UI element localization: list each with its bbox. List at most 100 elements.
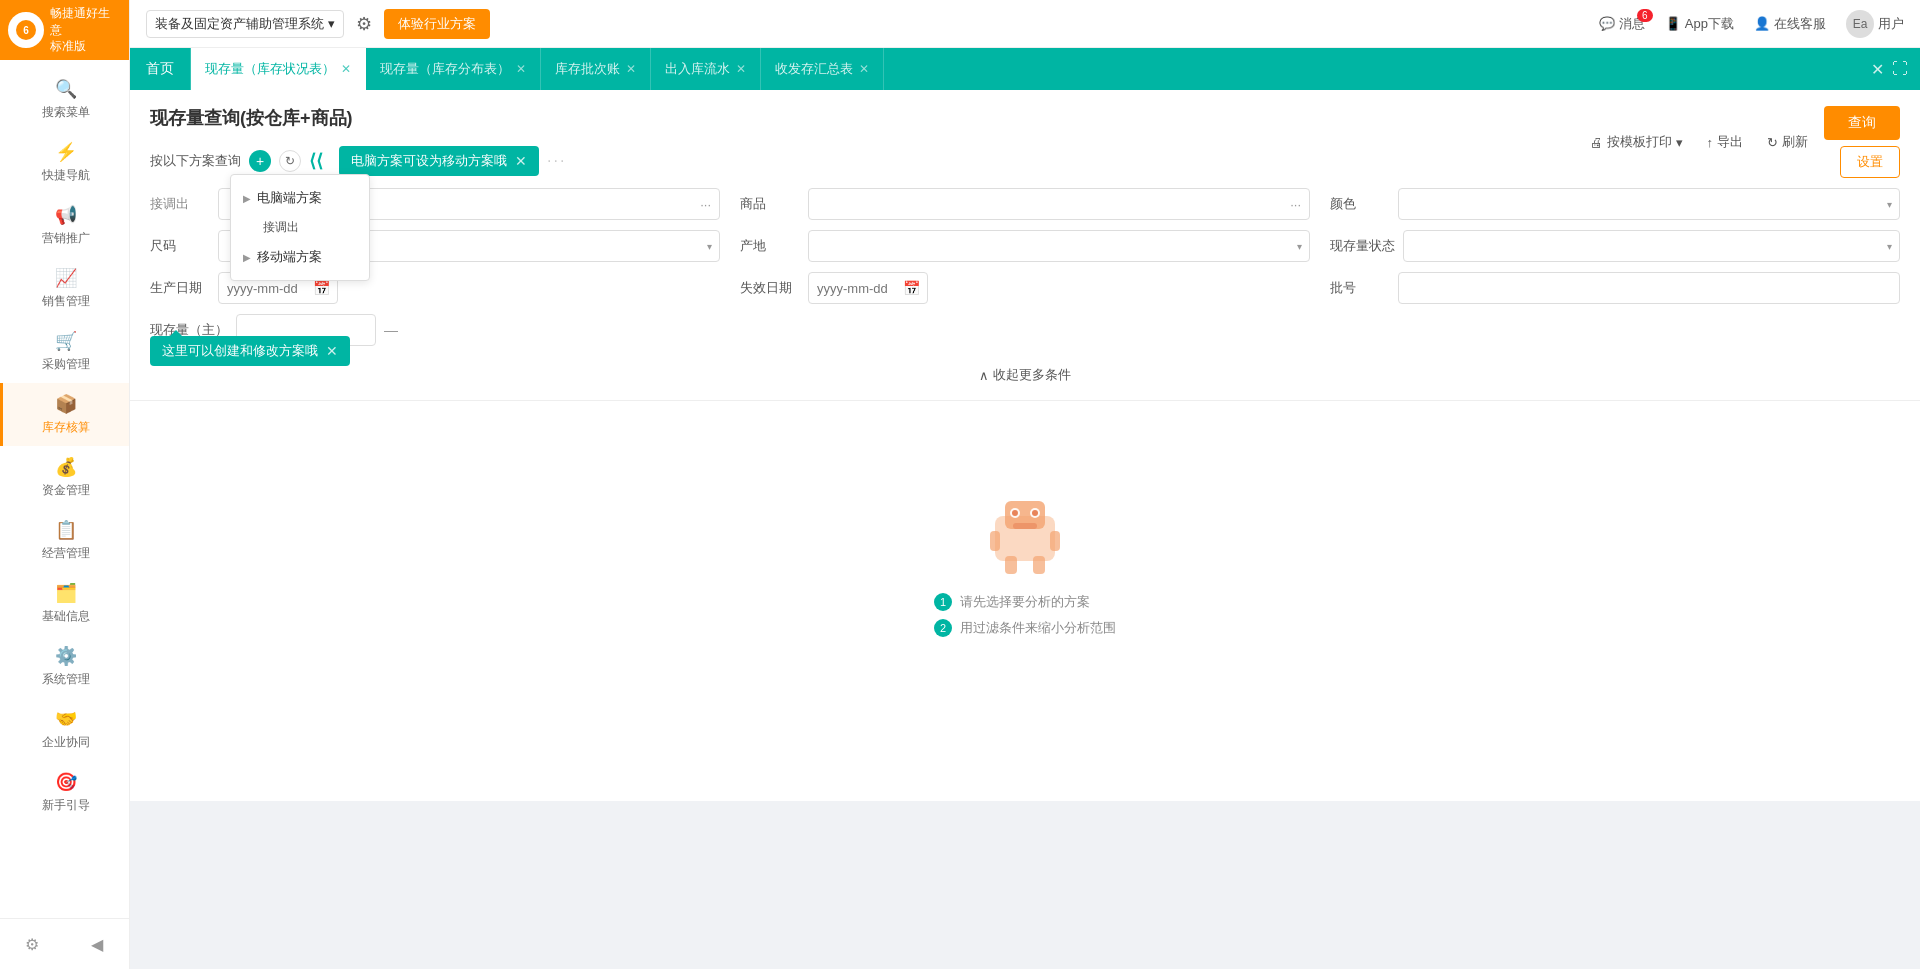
search-nav-icon: 🔍	[55, 78, 77, 100]
expand-tabs-btn[interactable]: ⛶	[1892, 60, 1908, 78]
message-btn[interactable]: 💬 消息 6	[1599, 15, 1645, 33]
result-area: 1 请先选择要分析的方案 2 用过滤条件来缩小分析范围	[130, 401, 1920, 801]
warehouse-label: 接调出	[150, 195, 210, 213]
basic-icon: 🗂️	[55, 582, 77, 604]
sidebar-item-basic[interactable]: 🗂️ 基础信息	[0, 572, 129, 635]
industry-btn[interactable]: 体验行业方案	[384, 9, 490, 39]
scheme-desktop-sub: 接调出	[231, 213, 369, 242]
close-all-tabs-btn[interactable]: ✕	[1871, 60, 1884, 79]
origin-select[interactable]	[808, 230, 1310, 262]
color-label: 颜色	[1330, 195, 1390, 213]
scheme-create-tooltip: 这里可以创建和修改方案哦 ✕	[150, 336, 350, 366]
tab-home[interactable]: 首页	[130, 48, 191, 90]
sidebar-item-inventory[interactable]: 📦 库存核算	[0, 383, 129, 446]
prod-date-label: 生产日期	[150, 279, 210, 297]
collapse-btn[interactable]: ∧ 收起更多条件	[979, 366, 1071, 384]
form-row-3: 生产日期 📅 失效日期 📅	[150, 272, 1900, 304]
sidebar-item-operation[interactable]: 📋 经营管理	[0, 509, 129, 572]
empty-state-icon	[975, 481, 1075, 581]
topbar: 装备及固定资产辅助管理系统 ▾ ⚙ 体验行业方案 💬 消息 6 📱 App下载 …	[130, 0, 1920, 48]
batch-field: 批号	[1330, 272, 1900, 304]
scheme-create-close[interactable]: ✕	[326, 343, 338, 359]
tab-inventory-dist[interactable]: 现存量（库存分布表） ✕	[366, 48, 541, 90]
user-profile-btn[interactable]: Ea 用户	[1846, 10, 1904, 38]
operation-icon: 📋	[55, 519, 77, 541]
form-row-4: 现存量（主） —	[150, 314, 1900, 346]
inventory-icon: 📦	[55, 393, 77, 415]
collapse-sidebar-btn[interactable]: ◀	[82, 929, 112, 959]
tab-close-inventory-dist[interactable]: ✕	[516, 62, 526, 76]
empty-tip-2: 2 用过滤条件来缩小分析范围	[934, 619, 1116, 637]
back-scheme-btn[interactable]: ⟨⟨	[309, 150, 323, 172]
svg-point-6	[1012, 510, 1018, 516]
topbar-right: 💬 消息 6 📱 App下载 👤 在线客服 Ea 用户	[1599, 10, 1904, 38]
svg-rect-12	[1033, 556, 1045, 574]
goods-input[interactable]: ···	[808, 188, 1310, 220]
settings-gear-btn[interactable]: ⚙	[356, 13, 372, 35]
sidebar-item-sales[interactable]: 📈 销售管理	[0, 257, 129, 320]
scheme-desktop-sub-item[interactable]: 接调出	[251, 213, 369, 242]
sidebar-item-purchase[interactable]: 🛒 采购管理	[0, 320, 129, 383]
goods-label: 商品	[740, 195, 800, 213]
tab-close-inventory-status[interactable]: ✕	[341, 62, 351, 76]
tree-arrow-icon: ▶	[243, 193, 251, 204]
sidebar-item-search[interactable]: 🔍 搜索菜单	[0, 68, 129, 131]
expire-date-label: 失效日期	[740, 279, 800, 297]
inventory-status-label: 现存量状态	[1330, 237, 1395, 255]
online-service-btn[interactable]: 👤 在线客服	[1754, 15, 1826, 33]
origin-label: 产地	[740, 237, 800, 255]
origin-field: 产地 ▾	[740, 230, 1310, 262]
sidebar-footer: ⚙ ◀	[0, 918, 129, 969]
phone-icon: 📱	[1665, 16, 1681, 31]
sales-icon: 📈	[55, 267, 77, 289]
empty-tips: 1 请先选择要分析的方案 2 用过滤条件来缩小分析范围	[934, 593, 1116, 637]
service-icon: 👤	[1754, 16, 1770, 31]
add-scheme-btn[interactable]: +	[249, 150, 271, 172]
batch-input[interactable]	[1398, 272, 1900, 304]
finance-icon: 💰	[55, 456, 77, 478]
tab-recv-summary[interactable]: 收发存汇总表 ✕	[761, 48, 884, 90]
filter-area: 按以下方案查询 + ↻ ⟨⟨ 电脑方案可设为移动方案哦 ✕ ··· ▶	[150, 146, 1900, 388]
color-select[interactable]	[1398, 188, 1900, 220]
svg-rect-8	[1013, 523, 1037, 529]
logo-text: 畅捷通好生意 标准版	[50, 5, 121, 55]
tabbar: 首页 现存量（库存状况表） ✕ 现存量（库存分布表） ✕ 库存批次账 ✕ 出入库…	[130, 48, 1920, 90]
refresh-scheme-btn[interactable]: ↻	[279, 150, 301, 172]
empty-tip-1: 1 请先选择要分析的方案	[934, 593, 1116, 611]
settings-bottom-btn[interactable]: ⚙	[17, 929, 47, 959]
page-content: 现存量查询(按仓库+商品) 🖨 按模板打印 ▾ ↑ 导出 ↻ 刷新 查询	[130, 90, 1920, 969]
purchase-icon: 🛒	[55, 330, 77, 352]
scheme-tree-desktop[interactable]: ▶ 电脑端方案	[231, 183, 369, 213]
goods-field: 商品 ···	[740, 188, 1310, 220]
scheme-tooltip-close[interactable]: ✕	[515, 153, 527, 169]
sidebar: 6 畅捷通好生意 标准版 🔍 搜索菜单 ⚡ 快捷导航 📢 营销推广 📈 销售管理…	[0, 0, 130, 969]
inventory-status-select[interactable]	[1403, 230, 1900, 262]
system-name-dropdown[interactable]: 装备及固定资产辅助管理系统 ▾	[146, 10, 344, 38]
message-badge: 6	[1637, 9, 1653, 22]
scheme-desktop-tooltip: 电脑方案可设为移动方案哦 ✕	[339, 146, 539, 176]
app-download-btn[interactable]: 📱 App下载	[1665, 15, 1734, 33]
avatar: Ea	[1846, 10, 1874, 38]
expire-date-start[interactable]	[808, 272, 928, 304]
scheme-tree-mobile[interactable]: ▶ 移动端方案	[231, 242, 369, 272]
tab-inout-flow[interactable]: 出入库流水 ✕	[651, 48, 761, 90]
expire-date-field: 失效日期 📅	[740, 272, 1310, 304]
tab-close-inout-flow[interactable]: ✕	[736, 62, 746, 76]
form-row-2: 尺码 ▾ 产地 ▾	[150, 230, 1900, 262]
sidebar-item-system[interactable]: ⚙️ 系统管理	[0, 635, 129, 698]
tab-close-batch-account[interactable]: ✕	[626, 62, 636, 76]
svg-text:6: 6	[23, 25, 29, 36]
tab-inventory-status[interactable]: 现存量（库存状况表） ✕	[191, 48, 366, 90]
sidebar-item-finance[interactable]: 💰 资金管理	[0, 446, 129, 509]
query-button[interactable]: 查询	[1824, 106, 1900, 140]
inventory-status-field: 现存量状态 ▾	[1330, 230, 1900, 262]
tab-close-recv-summary[interactable]: ✕	[859, 62, 869, 76]
sidebar-item-marketing[interactable]: 📢 营销推广	[0, 194, 129, 257]
sidebar-item-collab[interactable]: 🤝 企业协同	[0, 698, 129, 761]
marketing-icon: 📢	[55, 204, 77, 226]
sidebar-item-guide[interactable]: 🎯 新手引导	[0, 761, 129, 824]
sidebar-item-quick-nav[interactable]: ⚡ 快捷导航	[0, 131, 129, 194]
collab-icon: 🤝	[55, 708, 77, 730]
color-field: 颜色 ▾	[1330, 188, 1900, 220]
tab-batch-account[interactable]: 库存批次账 ✕	[541, 48, 651, 90]
